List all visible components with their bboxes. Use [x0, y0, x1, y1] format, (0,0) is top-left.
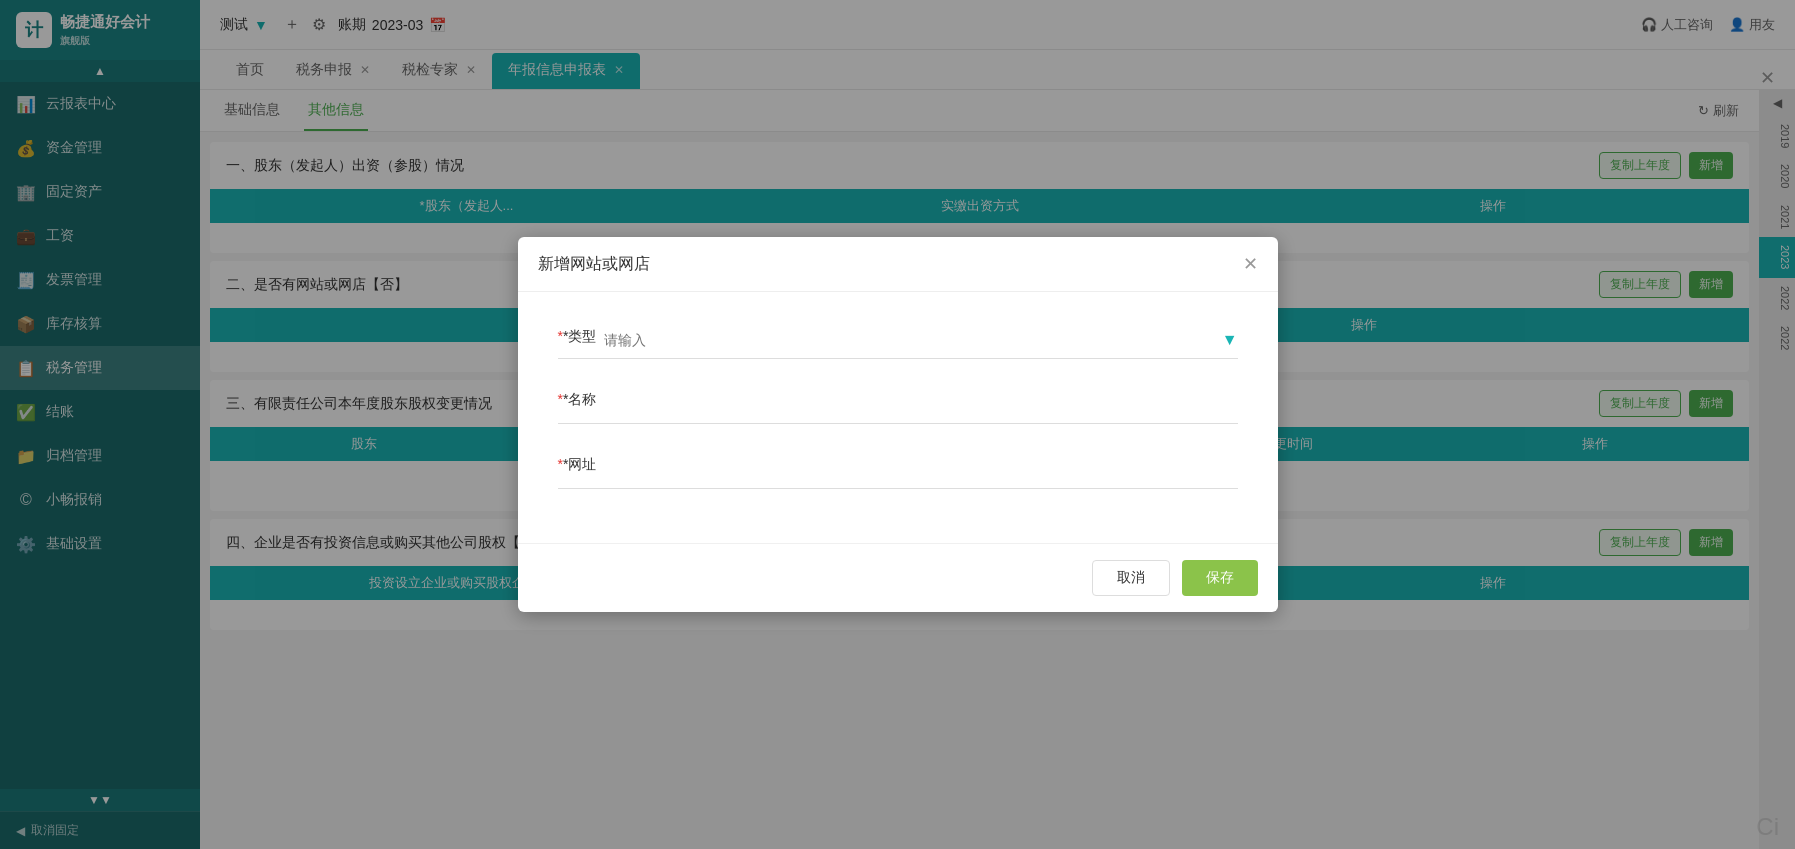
save-button[interactable]: 保存: [1182, 560, 1258, 596]
modal-dialog: 新增网站或网店 ✕ **类型 ▼ **名称: [518, 237, 1278, 612]
url-input[interactable]: [604, 454, 1237, 482]
modal-header: 新增网站或网店 ✕: [518, 237, 1278, 292]
type-input[interactable]: [604, 332, 1221, 348]
cancel-button[interactable]: 取消: [1092, 560, 1170, 596]
type-select-row: **类型 ▼: [558, 322, 1238, 359]
url-label: **网址: [558, 456, 597, 474]
form-row-url: **网址: [558, 448, 1238, 489]
modal-body: **类型 ▼ **名称: [518, 292, 1278, 543]
modal-overlay[interactable]: 新增网站或网店 ✕ **类型 ▼ **名称: [0, 0, 1795, 849]
name-label: **名称: [558, 391, 597, 409]
modal-close-button[interactable]: ✕: [1243, 253, 1258, 275]
modal-title: 新增网站或网店: [538, 254, 650, 275]
form-row-name: **名称: [558, 383, 1238, 424]
name-input[interactable]: [604, 389, 1237, 417]
form-row-type: **类型 ▼: [558, 322, 1238, 359]
type-dropdown-icon[interactable]: ▼: [1222, 331, 1238, 349]
modal-footer: 取消 保存: [518, 543, 1278, 612]
type-label: **类型: [558, 328, 597, 346]
